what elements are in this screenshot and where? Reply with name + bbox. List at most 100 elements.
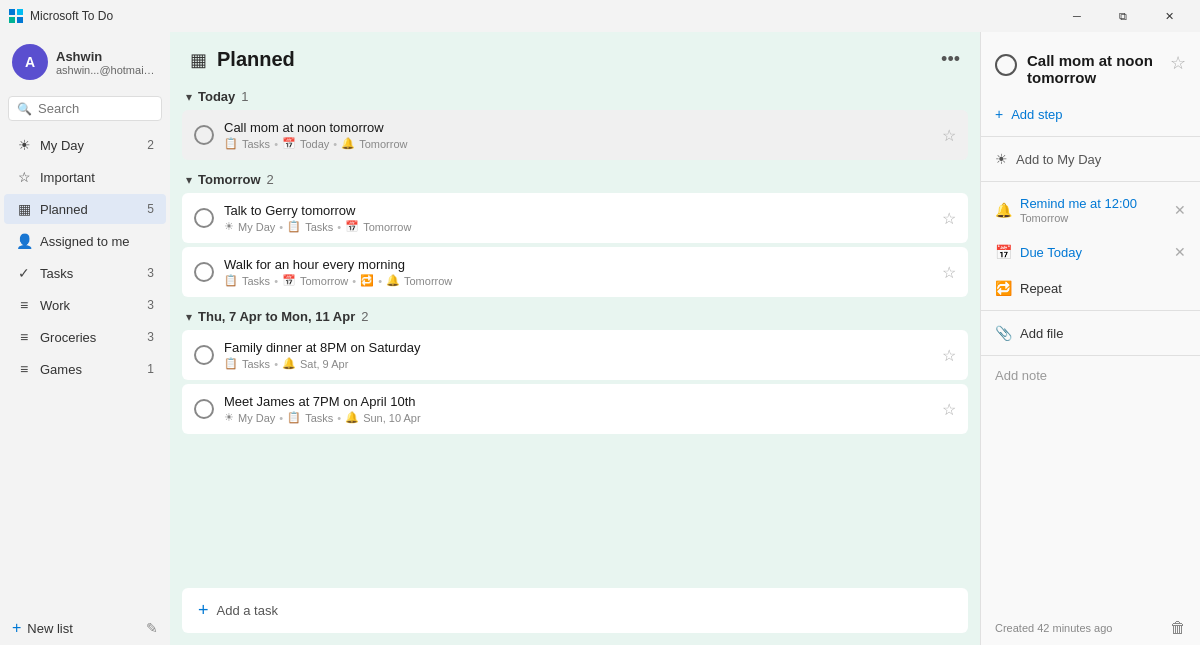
chevron-down-icon: ▾	[186, 90, 192, 104]
sun-icon: ☀	[16, 137, 32, 153]
sidebar-item-label: My Day	[40, 138, 139, 153]
remind-sub: Tomorrow	[1020, 212, 1166, 224]
more-options-button[interactable]: •••	[941, 49, 960, 70]
section-today[interactable]: ▾ Today 1	[182, 81, 968, 110]
sidebar-item-count: 3	[147, 266, 154, 280]
sidebar-item-my-day[interactable]: ☀ My Day 2	[4, 130, 166, 160]
section-tomorrow[interactable]: ▾ Tomorrow 2	[182, 164, 968, 193]
add-step-button[interactable]: + Add step	[981, 96, 1200, 132]
minimize-button[interactable]: ─	[1054, 0, 1100, 32]
bell-icon: 🔔	[341, 137, 355, 150]
sun-icon: ☀	[224, 220, 234, 233]
list-icon: 📋	[287, 411, 301, 424]
list-icon: ≡	[16, 297, 32, 313]
sidebar-item-count: 3	[147, 330, 154, 344]
svg-rect-0	[9, 9, 15, 15]
bell-icon: 🔔	[345, 411, 359, 424]
app-icon	[8, 8, 24, 24]
created-label: Created 42 minutes ago	[995, 622, 1112, 634]
task-item[interactable]: Walk for an hour every morning 📋 Tasks •…	[182, 247, 968, 297]
delete-task-button[interactable]: 🗑	[1170, 619, 1186, 637]
due-row[interactable]: 📅 Due Today ✕	[981, 234, 1200, 270]
list-icon: 📋	[224, 357, 238, 370]
task-item[interactable]: Call mom at noon tomorrow 📋 Tasks • 📅 To…	[182, 110, 968, 160]
detail-star-button[interactable]: ☆	[1170, 52, 1186, 74]
list-icon: 📋	[224, 274, 238, 287]
search-icon: 🔍	[17, 102, 32, 116]
plus-icon: +	[198, 600, 209, 621]
task-body: Meet James at 7PM on April 10th ☀ My Day…	[224, 394, 932, 424]
sidebar-item-assigned[interactable]: 👤 Assigned to me	[4, 226, 166, 256]
task-list: ▾ Today 1 Call mom at noon tomorrow 📋 Ta…	[170, 81, 980, 580]
chevron-down-icon: ▾	[186, 173, 192, 187]
sidebar-item-count: 2	[147, 138, 154, 152]
task-title: Meet James at 7PM on April 10th	[224, 394, 932, 409]
section-title: Thu, 7 Apr to Mon, 11 Apr	[198, 309, 355, 324]
close-button[interactable]: ✕	[1146, 0, 1192, 32]
calendar-grid-icon: ▦	[16, 201, 32, 217]
restore-button[interactable]: ⧉	[1100, 0, 1146, 32]
sidebar-item-work[interactable]: ≡ Work 3	[4, 290, 166, 320]
task-star-button[interactable]: ☆	[942, 346, 956, 365]
checkmark-icon: ✓	[16, 265, 32, 281]
remind-row[interactable]: 🔔 Remind me at 12:00 Tomorrow ✕	[981, 186, 1200, 234]
task-star-button[interactable]: ☆	[942, 126, 956, 145]
search-bar[interactable]: 🔍	[8, 96, 162, 121]
sidebar-item-tasks[interactable]: ✓ Tasks 3	[4, 258, 166, 288]
new-list-button[interactable]: + New list ✎	[0, 611, 170, 645]
remind-remove-button[interactable]: ✕	[1174, 202, 1186, 218]
sidebar-item-planned[interactable]: ▦ Planned 5	[4, 194, 166, 224]
repeat-row[interactable]: 🔁 Repeat	[981, 270, 1200, 306]
add-task-label: Add a task	[217, 603, 278, 618]
list-icon: 📋	[224, 137, 238, 150]
sidebar-item-label: Assigned to me	[40, 234, 154, 249]
calendar-icon: 📅	[282, 137, 296, 150]
task-title: Family dinner at 8PM on Saturday	[224, 340, 932, 355]
task-complete-button[interactable]	[995, 54, 1017, 76]
sidebar-item-groceries[interactable]: ≡ Groceries 3	[4, 322, 166, 352]
section-count: 2	[267, 172, 274, 187]
add-note-field[interactable]: Add note	[995, 368, 1186, 383]
task-star-button[interactable]: ☆	[942, 263, 956, 282]
section-count: 2	[361, 309, 368, 324]
task-complete-button[interactable]	[194, 125, 214, 145]
sidebar: A Ashwin ashwin...@hotmail.com 🔍 ☀ My Da…	[0, 32, 170, 645]
due-label: Due Today	[1020, 245, 1166, 260]
task-item[interactable]: Family dinner at 8PM on Saturday 📋 Tasks…	[182, 330, 968, 380]
task-star-button[interactable]: ☆	[942, 209, 956, 228]
task-item[interactable]: Talk to Gerry tomorrow ☀ My Day • 📋 Task…	[182, 193, 968, 243]
add-to-my-day-button[interactable]: ☀ Add to My Day	[981, 141, 1200, 177]
plus-icon: +	[995, 106, 1003, 122]
add-file-row[interactable]: 📎 Add file	[981, 315, 1200, 351]
user-profile[interactable]: A Ashwin ashwin...@hotmail.com	[0, 32, 170, 92]
main-content: ▦ Planned ••• ▾ Today 1 Call mom at noon…	[170, 32, 980, 645]
section-thu-apr[interactable]: ▾ Thu, 7 Apr to Mon, 11 Apr 2	[182, 301, 968, 330]
task-complete-button[interactable]	[194, 399, 214, 419]
divider	[981, 310, 1200, 311]
planned-icon: ▦	[190, 49, 207, 71]
task-star-button[interactable]: ☆	[942, 400, 956, 419]
add-task-bar[interactable]: + Add a task	[182, 588, 968, 633]
bell-icon: 🔔	[282, 357, 296, 370]
page-title: Planned	[217, 48, 295, 71]
task-item[interactable]: Meet James at 7PM on April 10th ☀ My Day…	[182, 384, 968, 434]
task-complete-button[interactable]	[194, 208, 214, 228]
task-body: Talk to Gerry tomorrow ☀ My Day • 📋 Task…	[224, 203, 932, 233]
task-body: Walk for an hour every morning 📋 Tasks •…	[224, 257, 932, 287]
task-complete-button[interactable]	[194, 345, 214, 365]
sidebar-item-label: Planned	[40, 202, 139, 217]
detail-panel: Call mom at noon tomorrow ☆ + Add step ☀…	[980, 32, 1200, 645]
task-complete-button[interactable]	[194, 262, 214, 282]
titlebar: Microsoft To Do ─ ⧉ ✕	[0, 0, 1200, 32]
repeat-icon: 🔁	[360, 274, 374, 287]
sidebar-item-label: Work	[40, 298, 139, 313]
search-input[interactable]	[38, 101, 153, 116]
divider	[981, 181, 1200, 182]
sidebar-item-important[interactable]: ☆ Important	[4, 162, 166, 192]
window-controls[interactable]: ─ ⧉ ✕	[1054, 0, 1192, 32]
sidebar-item-games[interactable]: ≡ Games 1	[4, 354, 166, 384]
task-meta: 📋 Tasks • 📅 Tomorrow • 🔁 • 🔔 Tomorrow	[224, 274, 932, 287]
user-name: Ashwin	[56, 49, 156, 64]
svg-rect-2	[9, 17, 15, 23]
due-remove-button[interactable]: ✕	[1174, 244, 1186, 260]
